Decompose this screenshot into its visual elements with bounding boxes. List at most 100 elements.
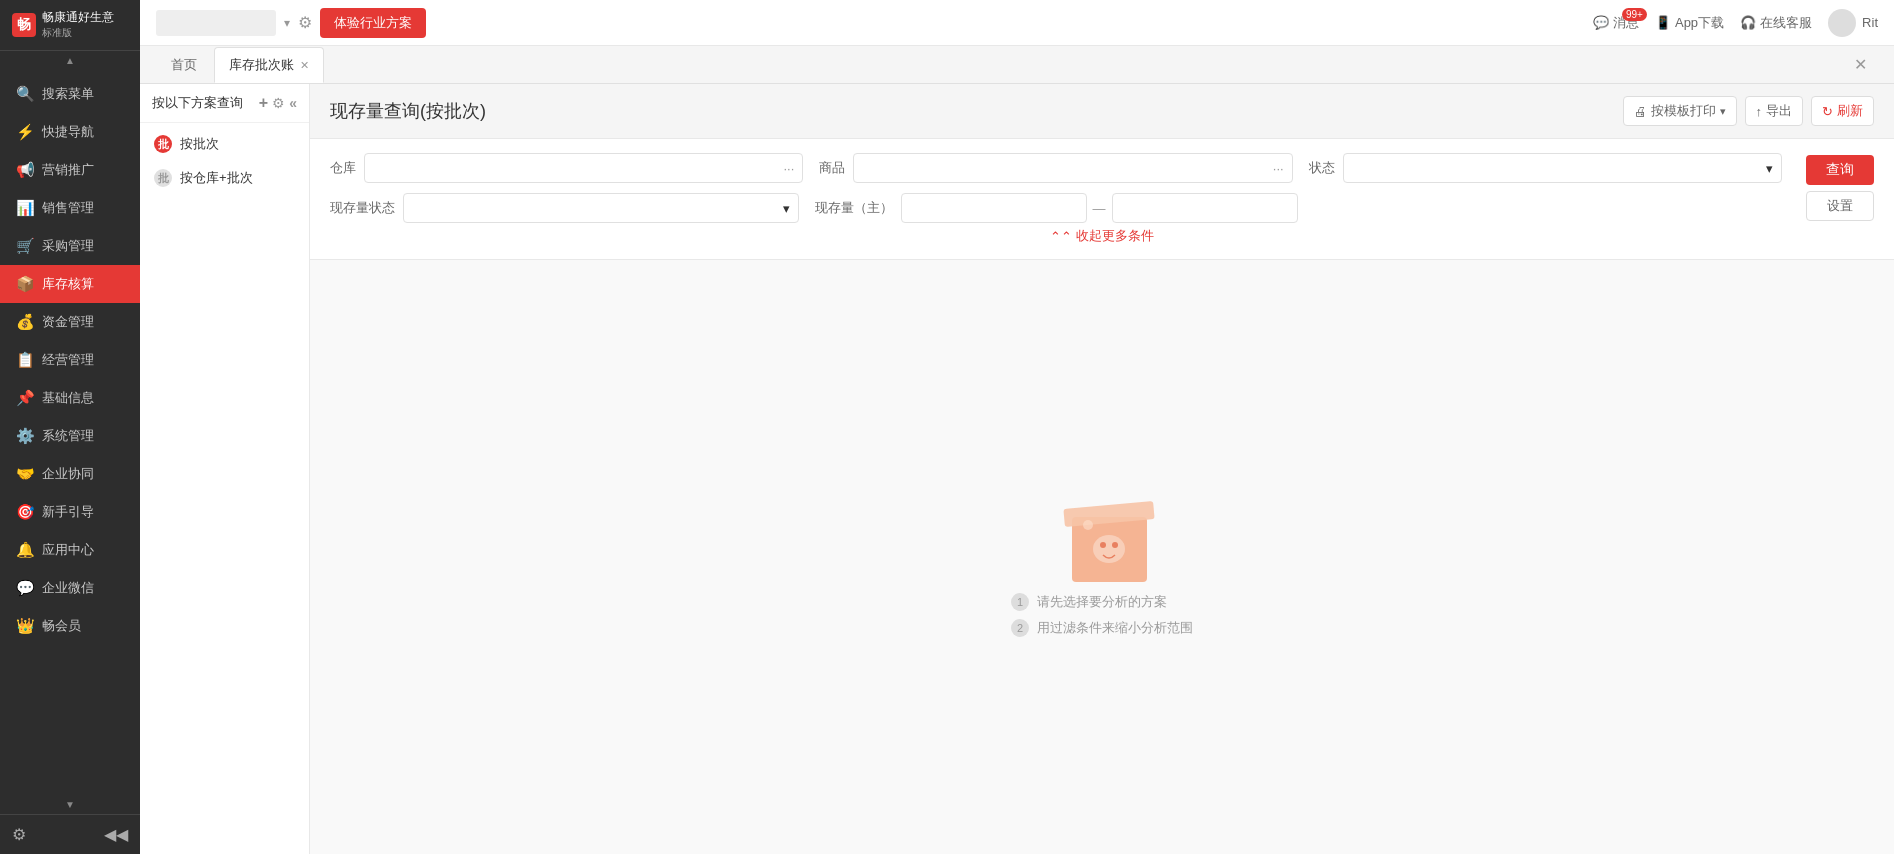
sidebar-item-basic-label: 基础信息	[42, 389, 94, 407]
topbar-left: ▾ ⚙ 体验行业方案	[156, 8, 1581, 38]
goods-label: 商品	[819, 159, 845, 177]
export-label: 导出	[1766, 102, 1792, 120]
sidebar-nav: 🔍 搜索菜单 ⚡ 快捷导航 📢 营销推广 📊 销售管理 🛒 采购管理 📦 库存核…	[0, 71, 140, 794]
sidebar-item-wechat[interactable]: 💬 企业微信	[0, 569, 140, 607]
svg-point-4	[1112, 542, 1118, 548]
topbar-gear-icon[interactable]: ⚙	[298, 13, 312, 32]
message-btn[interactable]: 💬 消息 99+	[1593, 14, 1639, 32]
edition-label: 标准版	[42, 26, 114, 40]
chevron-down-icon: ▾	[284, 16, 290, 30]
collapse-panel-icon[interactable]: «	[289, 95, 297, 111]
sidebar-item-finance-label: 资金管理	[42, 313, 94, 331]
appstore-icon: 🔔	[16, 541, 34, 559]
query-button[interactable]: 查询	[1806, 155, 1874, 185]
sidebar-item-search[interactable]: 🔍 搜索菜单	[0, 75, 140, 113]
stock-qty-label: 现存量（主）	[815, 199, 893, 217]
user-name: Rit	[1862, 15, 1878, 30]
scroll-down-arrow[interactable]: ▼	[0, 794, 140, 814]
sidebar-item-wechat-label: 企业微信	[42, 579, 94, 597]
warehouse-batch-scheme-icon: 批	[154, 169, 172, 187]
print-dropdown-icon: ▾	[1720, 105, 1726, 118]
sidebar-item-sales-label: 销售管理	[42, 199, 94, 217]
sidebar-item-basic[interactable]: 📌 基础信息	[0, 379, 140, 417]
sidebar-item-finance[interactable]: 💰 资金管理	[0, 303, 140, 341]
print-label: 按模板打印	[1651, 102, 1716, 120]
tab-close-icon[interactable]: ✕	[300, 59, 309, 72]
stock-status-dropdown-icon: ▾	[783, 201, 790, 216]
warehouse-input[interactable]: ···	[364, 153, 803, 183]
tab-home[interactable]: 首页	[156, 47, 212, 83]
message-icon: 💬	[1593, 15, 1609, 30]
sidebar-item-ops[interactable]: 📋 经营管理	[0, 341, 140, 379]
sidebar-item-system[interactable]: ⚙️ 系统管理	[0, 417, 140, 455]
filter-buttons: 查询 设置	[1806, 153, 1874, 221]
data-area: 1 请先选择要分析的方案 2 用过滤条件来缩小分析范围	[310, 260, 1894, 854]
trial-btn[interactable]: 体验行业方案	[320, 8, 426, 38]
tab-close-area: ✕	[1842, 45, 1878, 83]
app-logo: 畅	[12, 13, 36, 37]
stock-qty-min[interactable]	[901, 193, 1087, 223]
collapse-label: 收起更多条件	[1076, 227, 1154, 245]
sidebar-item-marketing[interactable]: 📢 营销推广	[0, 151, 140, 189]
print-btn[interactable]: 🖨 按模板打印 ▾	[1623, 96, 1737, 126]
sidebar-item-collab[interactable]: 🤝 企业协同	[0, 455, 140, 493]
empty-box-svg	[1052, 477, 1172, 587]
sidebar-item-newbie[interactable]: 🎯 新手引导	[0, 493, 140, 531]
scheme-by-batch[interactable]: 批 按批次	[140, 127, 309, 161]
stock-qty-max[interactable]	[1112, 193, 1298, 223]
sidebar-item-sales[interactable]: 📊 销售管理	[0, 189, 140, 227]
company-name: 畅康通好生意	[42, 10, 114, 26]
header-icons: + ⚙ «	[259, 94, 297, 112]
status-select[interactable]: ▾	[1343, 153, 1782, 183]
settings-button[interactable]: 设置	[1806, 191, 1874, 221]
stock-status-select[interactable]: ▾	[403, 193, 799, 223]
warehouse-batch-scheme-label: 按仓库+批次	[180, 169, 253, 187]
user-profile-btn[interactable]: Rit	[1828, 9, 1878, 37]
goods-input[interactable]: ···	[853, 153, 1292, 183]
tip-1-num: 1	[1011, 593, 1029, 611]
tab-batch-account[interactable]: 库存批次账 ✕	[214, 47, 324, 83]
scroll-up-arrow[interactable]: ▲	[0, 51, 140, 71]
sidebar-item-appstore[interactable]: 🔔 应用中心	[0, 531, 140, 569]
sidebar-item-quicknav[interactable]: ⚡ 快捷导航	[0, 113, 140, 151]
app-download-btn[interactable]: 📱 App下载	[1655, 14, 1724, 32]
tip-2-text: 用过滤条件来缩小分析范围	[1037, 619, 1193, 637]
sidebar-item-inventory[interactable]: 📦 库存核算	[0, 265, 140, 303]
sidebar-item-purchase-label: 采购管理	[42, 237, 94, 255]
online-service-label: 在线客服	[1760, 14, 1812, 32]
tab-batch-account-label: 库存批次账	[229, 56, 294, 74]
member-icon: 👑	[16, 617, 34, 635]
export-btn[interactable]: ↑ 导出	[1745, 96, 1804, 126]
stock-status-label: 现存量状态	[330, 199, 395, 217]
inventory-icon: 📦	[16, 275, 34, 293]
online-service-btn[interactable]: 🎧 在线客服	[1740, 14, 1812, 32]
message-badge: 99+	[1622, 8, 1647, 21]
sidebar-item-ops-label: 经营管理	[42, 351, 94, 369]
empty-illustration	[1052, 477, 1152, 577]
scheme-settings-icon[interactable]: ⚙	[272, 95, 285, 111]
status-label: 状态	[1309, 159, 1335, 177]
tab-panel-close-icon[interactable]: ✕	[1854, 55, 1867, 74]
refresh-icon: ↻	[1822, 104, 1833, 119]
refresh-btn[interactable]: ↻ 刷新	[1811, 96, 1874, 126]
add-scheme-icon[interactable]: +	[259, 94, 268, 112]
page-actions: 🖨 按模板打印 ▾ ↑ 导出 ↻ 刷新	[1623, 96, 1875, 126]
sidebar-item-member[interactable]: 👑 畅会员	[0, 607, 140, 645]
sidebar-item-purchase[interactable]: 🛒 采购管理	[0, 227, 140, 265]
left-panel-header: 按以下方案查询 + ⚙ «	[140, 84, 309, 123]
sidebar: 畅 畅康通好生意 标准版 ▲ 🔍 搜索菜单 ⚡ 快捷导航 📢 营销推广 📊 销售…	[0, 0, 140, 854]
main-content: ▾ ⚙ 体验行业方案 💬 消息 99+ 📱 App下载 🎧 在线客服 Rit	[140, 0, 1894, 854]
topbar: ▾ ⚙ 体验行业方案 💬 消息 99+ 📱 App下载 🎧 在线客服 Rit	[140, 0, 1894, 46]
ops-icon: 📋	[16, 351, 34, 369]
refresh-label: 刷新	[1837, 102, 1863, 120]
scheme-by-warehouse-batch[interactable]: 批 按仓库+批次	[140, 161, 309, 195]
collapse-more-btn[interactable]: ⌃⌃ 收起更多条件	[330, 227, 1874, 245]
collapse-up-icon: ⌃⌃	[1050, 229, 1072, 244]
purchase-icon: 🛒	[16, 237, 34, 255]
collapse-sidebar-icon[interactable]: ◀◀	[104, 825, 128, 844]
settings-gear-icon[interactable]: ⚙	[12, 825, 26, 844]
sidebar-item-marketing-label: 营销推广	[42, 161, 94, 179]
sidebar-item-search-label: 搜索菜单	[42, 85, 94, 103]
wechat-icon: 💬	[16, 579, 34, 597]
sidebar-item-collab-label: 企业协同	[42, 465, 94, 483]
